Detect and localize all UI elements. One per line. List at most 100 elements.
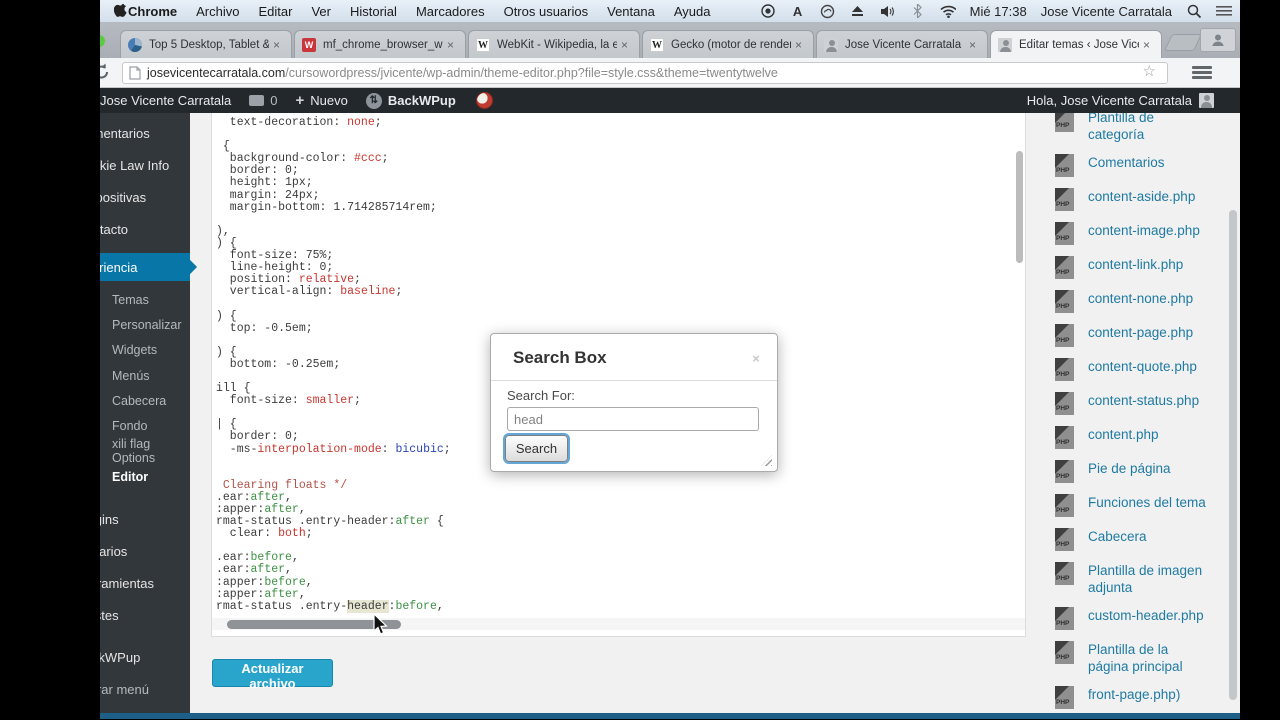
template-file-link[interactable]: PHP content-image.php [1052,222,1252,245]
eject-icon[interactable] [850,3,866,19]
template-file-link[interactable]: PHP content-link.php [1052,256,1252,279]
tab-title: WebKit - Wikipedia, la en [497,38,617,51]
adminbar-comments[interactable]: 0 [249,93,278,108]
menubar-item-otros-usuarios[interactable]: Otros usuarios [504,4,589,19]
template-file-link[interactable]: PHP custom-header.php [1052,607,1252,630]
profile-button[interactable] [1200,28,1236,52]
menubar-item-historial[interactable]: Historial [350,4,397,19]
url-bar[interactable]: josevicentecarratala.com/cursowordpress/… [122,62,1168,84]
tab-4[interactable]: W Gecko (motor de renderiz × [642,30,814,58]
menubar-item-archivo[interactable]: Archivo [196,4,239,19]
code-line: font-size: 75%; [216,249,334,263]
php-file-icon: PHP [1055,188,1074,211]
notification-center-icon[interactable] [1216,3,1232,19]
code-line: rmat-status .entry-header:before, [216,599,444,613]
new-tab-button[interactable] [1164,34,1202,51]
template-file-link[interactable]: PHP Funciones del tema [1052,494,1252,517]
template-file-link[interactable]: PHP Cabecera [1052,528,1252,551]
adminbar-new-button[interactable]: + Nuevo [296,92,348,109]
tab-close-icon[interactable]: × [795,39,807,51]
file-label: content.php [1088,427,1159,442]
search-for-label: Search For: [507,388,575,403]
menubar-item-editar[interactable]: Editar [258,4,292,19]
language-plugin-icon[interactable] [475,92,493,109]
tab-close-icon[interactable]: × [273,39,285,51]
template-file-link[interactable]: PHP Plantilla de la página principal [1052,641,1252,675]
tab-close-icon[interactable]: × [1143,39,1155,51]
dialog-divider [491,380,777,381]
tabs-container: Top 5 Desktop, Tablet & C × Wmf_chrome_bro… [120,30,1164,58]
template-file-link[interactable]: PHP content-aside.php [1052,188,1252,211]
file-label: content-link.php [1088,257,1184,272]
bookmark-star-icon[interactable]: ☆ [1143,64,1156,79]
volume-icon[interactable] [880,3,896,19]
code-line: ) { [216,309,237,323]
chrome-tabstrip: Top 5 Desktop, Tablet & C × Wmf_chrome_bro… [40,22,1240,58]
bluetooth-icon[interactable] [910,3,926,19]
dialog-close-icon[interactable]: × [749,352,763,366]
apple-menu-icon[interactable] [114,3,128,19]
dialog-search-button[interactable]: Search [503,433,570,464]
page-icon [129,66,141,80]
menubar-item-ayuda[interactable]: Ayuda [674,4,711,19]
template-file-link[interactable]: PHP Pie de página [1052,460,1252,483]
menubar-item-ventana[interactable]: Ventana [607,4,655,19]
wifi-icon[interactable] [940,3,956,19]
mouse-cursor [373,613,388,635]
template-file-link[interactable]: PHP content-quote.php [1052,358,1252,381]
template-file-link[interactable]: PHP Plantilla de imagen adjunta [1052,562,1252,596]
input-source-icon[interactable]: A [790,3,806,19]
adminbar-backwpup[interactable]: ⇅ BackWPup [365,92,456,109]
wikipedia-favicon: W [650,37,664,52]
tab-close-icon[interactable]: × [621,39,633,51]
file-label: custom-header.php [1088,608,1204,623]
user-avatar[interactable] [1199,93,1214,108]
backwpup-icon: ⇅ [365,92,382,109]
tab-title: Gecko (motor de renderiz [671,38,791,51]
template-file-link[interactable]: PHP front-page.php) [1052,686,1252,709]
php-file-icon: PHP [1055,607,1074,630]
tab-2[interactable]: Wmf_chrome_browser_war × [294,30,466,58]
creative-cloud-icon[interactable] [820,3,836,19]
file-label: Plantilla de categoría [1088,110,1155,142]
template-file-link[interactable]: PHP Comentarios [1052,154,1252,177]
template-file-link[interactable]: PHP content.php [1052,426,1252,449]
chrome-menu-icon[interactable] [1192,66,1212,80]
menubar-item-chrome[interactable]: Chrome [128,4,177,19]
file-label: Plantilla de imagen adjunta [1088,563,1203,595]
tab-close-icon[interactable]: × [447,39,459,51]
tab-close-icon[interactable]: × [969,39,981,51]
page-scrollbar[interactable] [1229,210,1237,700]
update-file-button[interactable]: Actualizar archivo [212,659,333,691]
code-line: border: 0; [216,164,299,178]
search-dialog: Search Box × Search For: Search [490,333,778,472]
template-file-link[interactable]: PHP Plantilla de categoría [1052,109,1252,143]
menubar-item-ver[interactable]: Ver [311,4,331,19]
record-icon[interactable] [760,3,776,19]
menubar-clock[interactable]: Mié 17:38 [970,4,1027,19]
php-file-icon: PHP [1055,460,1074,483]
file-label: content-aside.php [1088,189,1196,204]
spotlight-icon[interactable] [1186,3,1202,19]
php-file-icon: PHP [1055,392,1074,415]
wikipedia-favicon: W [476,37,490,52]
menubar-item-marcadores[interactable]: Marcadores [416,4,485,19]
template-file-link[interactable]: PHP content-status.php [1052,392,1252,415]
template-file-link[interactable]: PHP content-page.php [1052,324,1252,347]
template-file-list: PHP Plantilla de categoría PHP Comentarios PH… [1052,103,1252,720]
menubar-user[interactable]: Jose Vicente Carratala [1041,4,1172,19]
adminbar-site-name[interactable]: Jose Vicente Carratala [100,93,231,108]
template-file-link[interactable]: PHP content-none.php [1052,290,1252,313]
php-file-icon: PHP [1055,494,1074,517]
search-input[interactable] [507,407,759,431]
file-label: Comentarios [1088,155,1165,170]
php-file-icon: PHP [1055,562,1074,585]
tab-5[interactable]: Jose Vicente Carratala | P × [816,30,988,58]
tab-3[interactable]: W WebKit - Wikipedia, la en × [468,30,640,58]
tab-6[interactable]: Editar temas ‹ Jose Vicen × [990,30,1162,58]
tab-1[interactable]: Top 5 Desktop, Tablet & C × [120,30,292,58]
editor-vertical-scrollbar[interactable] [1016,151,1023,263]
resize-grip-icon[interactable] [761,455,772,466]
menubar-status: A Mié 17:38 Jose Vicente Carratala [760,3,1232,19]
adminbar-greeting[interactable]: Hola, Jose Vicente Carratala [1027,93,1192,108]
